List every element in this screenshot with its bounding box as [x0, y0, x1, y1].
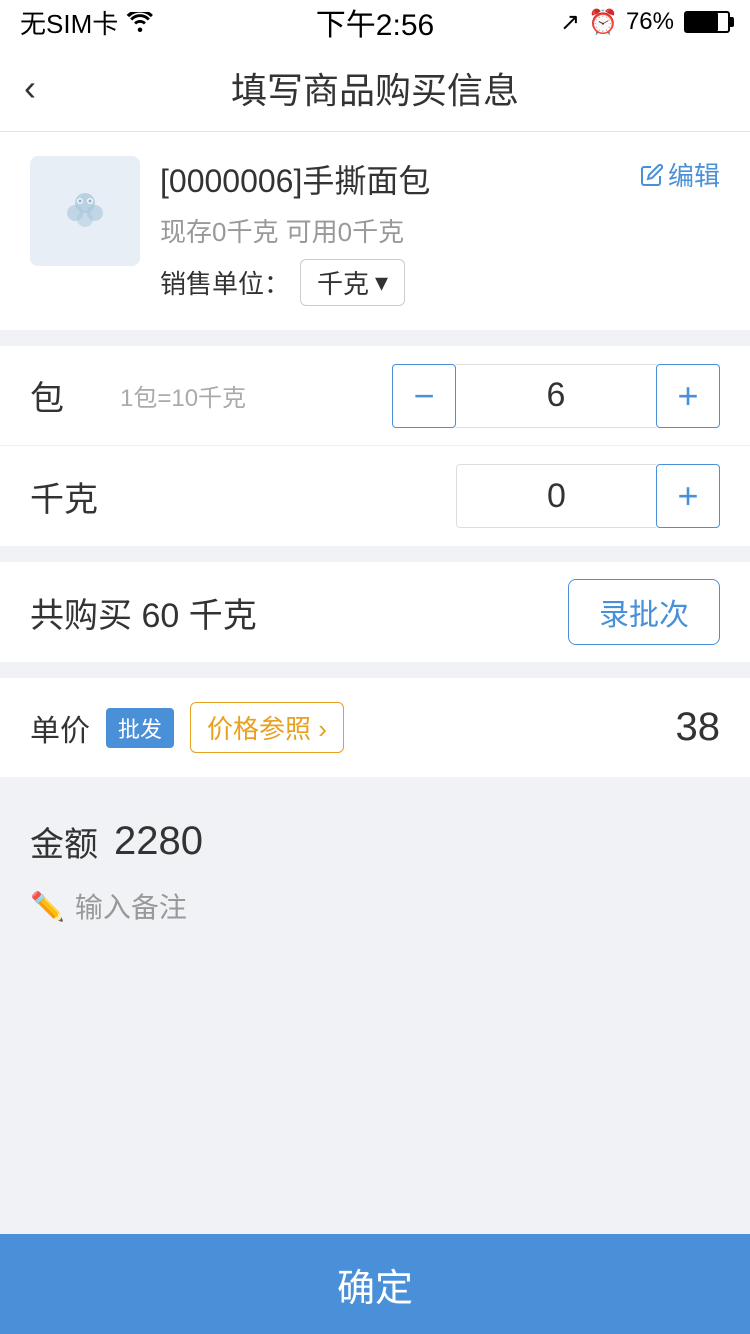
- amount-value: 2280: [114, 819, 203, 864]
- kg-label: 千克: [30, 472, 110, 521]
- product-stock: 现存0千克 可用0千克: [160, 212, 720, 249]
- price-ref-button[interactable]: 价格参照 ›: [190, 702, 344, 753]
- status-left: 无SIM卡: [20, 4, 154, 41]
- status-right: ↗ ⏰ 76%: [560, 8, 730, 37]
- pencil-icon: ✏️: [30, 890, 65, 923]
- status-time: 下午2:56: [316, 0, 434, 44]
- nav-bar: ‹ 填写商品购买信息: [0, 44, 750, 132]
- battery-percentage: 76%: [626, 8, 674, 36]
- product-name: [0000006]手撕面包: [160, 156, 430, 202]
- product-unit-row: 销售单位： 千克 ▾: [160, 259, 720, 306]
- price-row: 单价 批发 价格参照 › 38: [30, 702, 720, 753]
- status-bar: 无SIM卡 下午2:56 ↗ ⏰ 76%: [0, 0, 750, 44]
- product-info: [0000006]手撕面包 编辑 现存0千克 可用0千克 销售单位： 千克 ▾: [160, 156, 720, 306]
- kg-row: 千克 +: [0, 446, 750, 546]
- form-section: 包 1包=10千克 − + 千克 +: [0, 346, 750, 546]
- unit-label: 销售单位：: [160, 264, 290, 301]
- bao-controls: − +: [392, 364, 720, 428]
- amount-row: 金额 2280: [30, 817, 720, 866]
- bao-sublabel: 1包=10千克: [120, 378, 246, 413]
- edit-button[interactable]: 编辑: [640, 156, 720, 193]
- product-thumbnail: [30, 156, 140, 266]
- bao-decrement-button[interactable]: −: [392, 364, 456, 428]
- unit-dropdown[interactable]: 千克 ▾: [300, 259, 405, 306]
- price-tag: 批发: [106, 708, 174, 748]
- alarm-icon: ⏰: [588, 8, 618, 37]
- price-label: 单价: [30, 706, 90, 750]
- product-card: [0000006]手撕面包 编辑 现存0千克 可用0千克 销售单位： 千克 ▾: [0, 132, 750, 330]
- bao-label: 包: [30, 371, 110, 420]
- price-section: 单价 批发 价格参照 › 38: [0, 678, 750, 777]
- kg-input[interactable]: [456, 464, 656, 528]
- confirm-button[interactable]: 确定: [0, 1234, 750, 1334]
- total-row: 共购买 60 千克 录批次: [0, 562, 750, 662]
- amount-section: 金额 2280 ✏️ 输入备注: [0, 793, 750, 946]
- dropdown-arrow-icon: ▾: [375, 267, 388, 298]
- bao-row: 包 1包=10千克 − +: [0, 346, 750, 446]
- page-title: 填写商品购买信息: [231, 62, 519, 114]
- amount-label: 金额: [30, 817, 98, 866]
- price-value: 38: [676, 705, 721, 750]
- batch-button[interactable]: 录批次: [568, 579, 720, 645]
- battery-icon: [684, 11, 730, 33]
- back-button[interactable]: ‹: [24, 67, 36, 109]
- location-icon: ↗: [560, 8, 580, 37]
- kg-increment-button[interactable]: +: [656, 464, 720, 528]
- carrier-text: 无SIM卡: [20, 4, 118, 41]
- kg-controls: +: [456, 464, 720, 528]
- remark-row[interactable]: ✏️ 输入备注: [30, 886, 720, 926]
- bao-input[interactable]: [456, 364, 656, 428]
- total-label: 共购买 60 千克: [30, 588, 257, 637]
- remark-placeholder: 输入备注: [75, 886, 187, 926]
- bao-increment-button[interactable]: +: [656, 364, 720, 428]
- wifi-icon: [126, 12, 154, 32]
